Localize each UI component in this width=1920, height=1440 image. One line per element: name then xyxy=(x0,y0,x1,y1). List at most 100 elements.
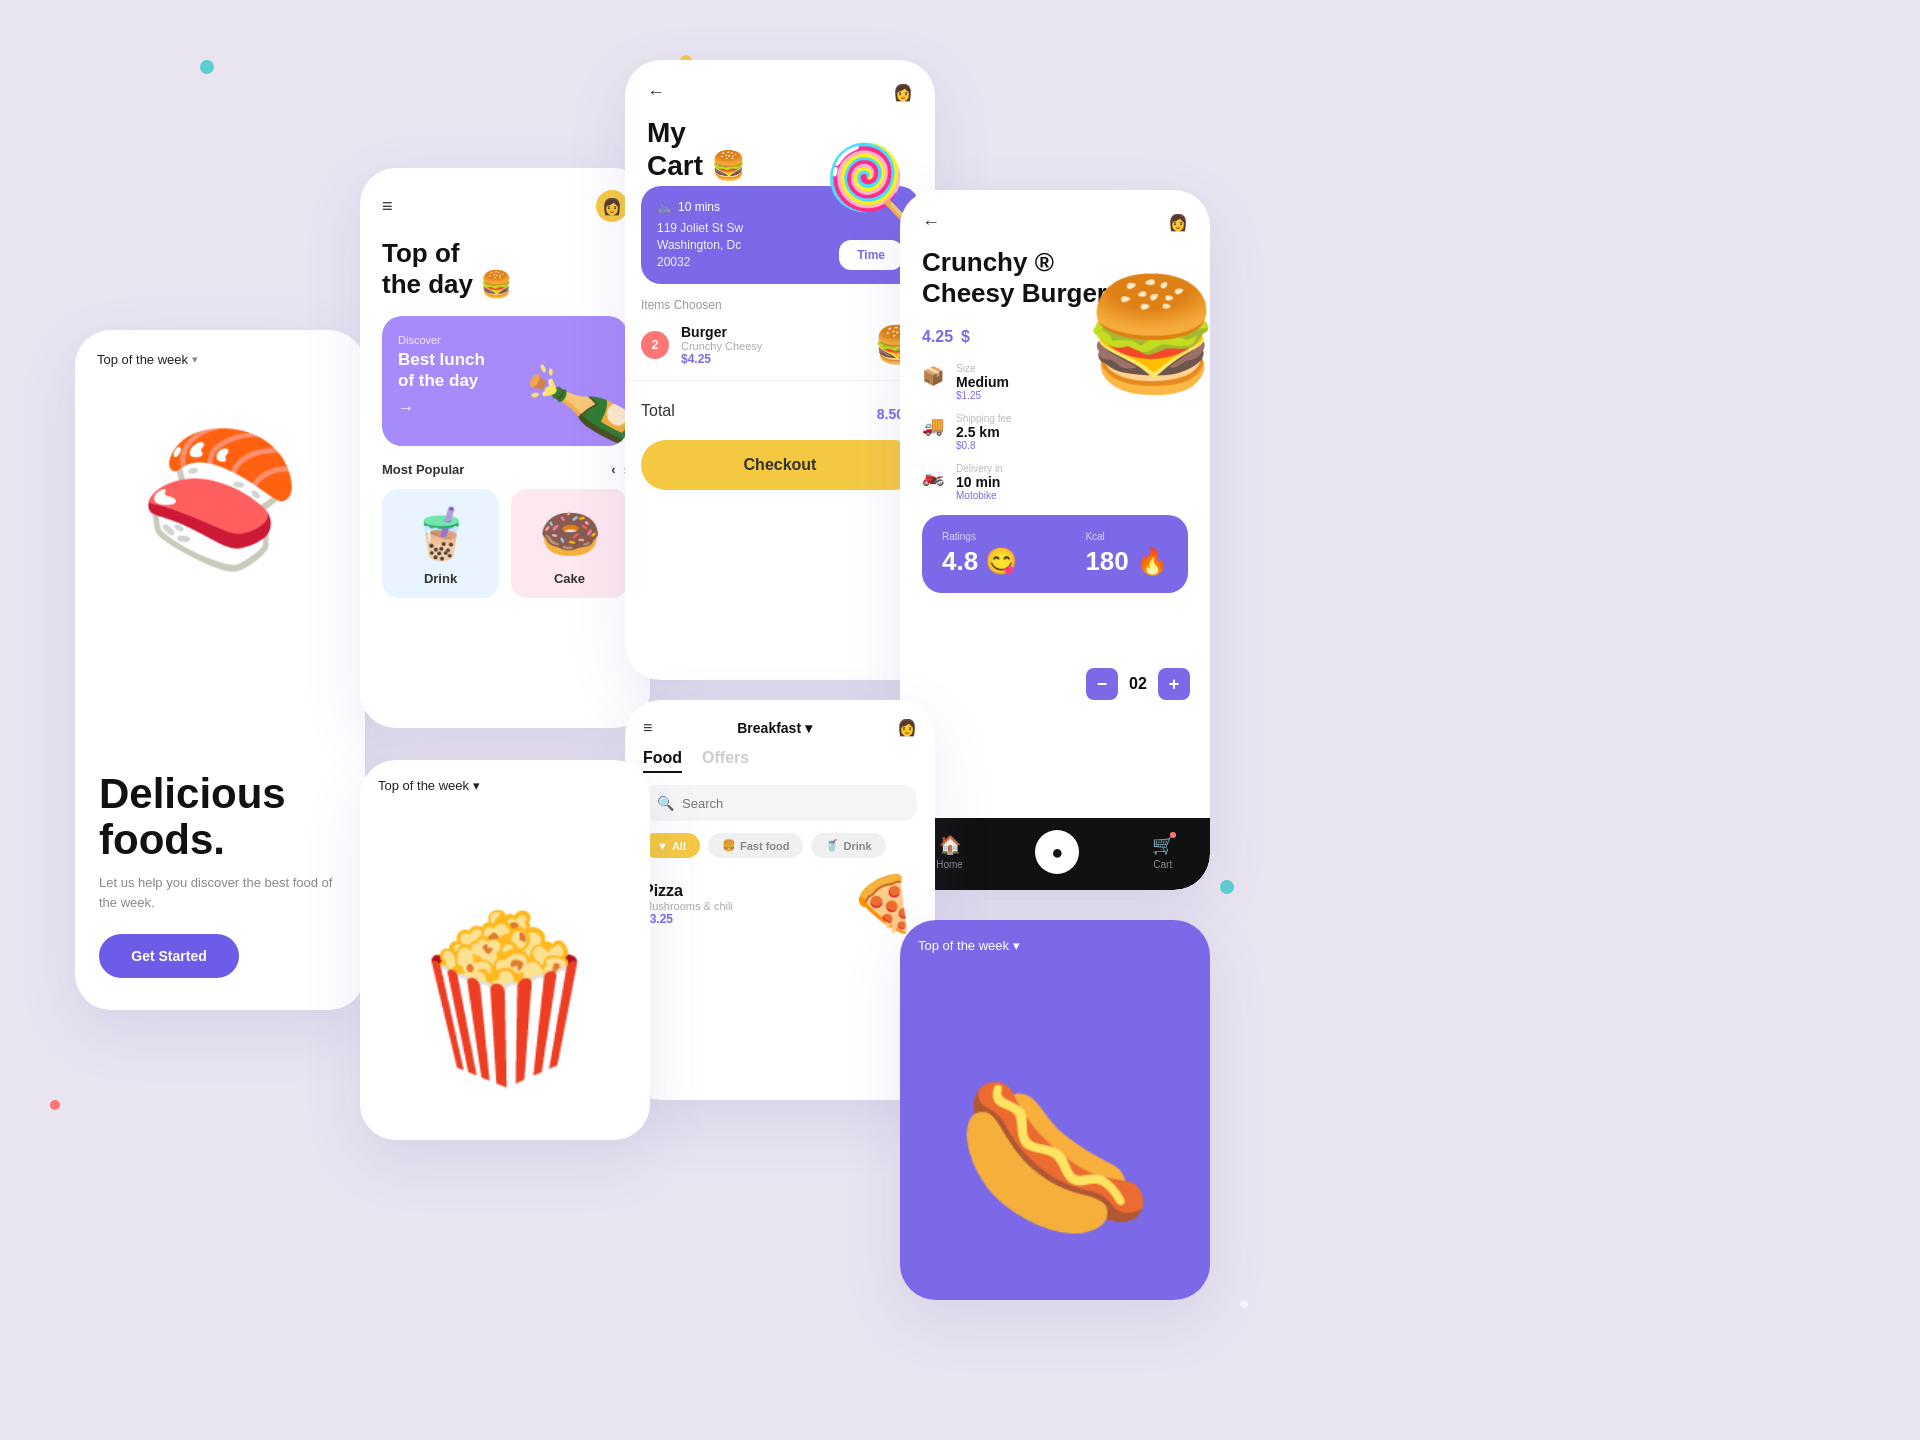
kcal-stat: Kcal 180 🔥 xyxy=(1085,531,1168,577)
kcal-value: 180 🔥 xyxy=(1085,546,1168,577)
ratings-stat: Ratings 4.8 😋 xyxy=(942,531,1017,577)
cart-header: ← 👩 xyxy=(625,60,935,103)
breakfast-label: Breakfast xyxy=(737,720,801,736)
cart-item-name: Burger xyxy=(681,324,862,340)
hamburger-menu-icon[interactable]: ≡ xyxy=(382,196,393,217)
stats-card: Ratings 4.8 😋 Kcal 180 🔥 xyxy=(922,515,1188,593)
search-icon: 🔍 xyxy=(657,795,674,811)
delivery-time: 10 mins xyxy=(678,200,720,214)
card2-header: ≡ 👩 xyxy=(360,168,650,222)
qty-plus-button[interactable]: + xyxy=(1158,668,1190,700)
back-arrow-icon[interactable]: ← xyxy=(647,82,665,103)
cart-item-price: $4.25 xyxy=(681,352,862,366)
bike-icon: 🚲 xyxy=(657,200,672,214)
delicious-title: Delicious foods. xyxy=(99,771,341,863)
nav-home[interactable]: 🏠 Home xyxy=(936,834,963,870)
card-delicious-foods: Top of the week ▾ 🍣 Delicious foods. Let… xyxy=(75,330,365,1010)
items-chosen-label: Items Choosen xyxy=(641,298,722,312)
size-label: Size xyxy=(956,363,1009,374)
filter-row: ▼ All 🍔 Fast food 🥤 Drink xyxy=(625,833,935,858)
cake-label: Cake xyxy=(521,571,618,586)
hotdog-emoji: 🌭 xyxy=(955,1065,1155,1253)
week2-chevron-icon: ▾ xyxy=(1013,938,1020,953)
ratings-emoji: 😋 xyxy=(985,546,1017,576)
kcal-emoji: 🔥 xyxy=(1136,546,1168,576)
delivery-address: 119 Joliet St SwWashington, Dc20032 xyxy=(657,220,903,270)
breakfast-selector[interactable]: Breakfast ▾ xyxy=(737,720,812,736)
delivery-label: Delivery in xyxy=(956,463,1003,474)
nav-cart-label: Cart xyxy=(1153,859,1172,870)
bg-dot-1 xyxy=(200,60,214,74)
nav-middle[interactable]: ● xyxy=(1035,830,1079,874)
chevron-down-icon: ▾ xyxy=(192,353,198,366)
filter-fast-food[interactable]: 🍔 Fast food xyxy=(708,833,804,858)
filter-all-label: All xyxy=(672,840,686,852)
filter-drink[interactable]: 🥤 Drink xyxy=(811,833,885,858)
popcorn-wrap: 🍿 xyxy=(360,793,650,1093)
shipping-icon: 🚚 xyxy=(922,415,944,437)
bottom-nav-bar: 🏠 Home ● 🛒 Cart xyxy=(900,818,1210,890)
search-input[interactable] xyxy=(682,796,903,811)
fast-food-icon: 🍔 xyxy=(722,839,736,852)
back-arrow-icon[interactable]: ← xyxy=(922,212,940,233)
kcal-label: Kcal xyxy=(1085,531,1168,542)
pizza-info: Pizza Mushrooms & chili $3.25 xyxy=(643,882,733,926)
delivery-value: 10 min xyxy=(956,474,1003,490)
card-burger-detail: ← 👩 Crunchy ®Cheesy Burger 🍔 4.25 $ 📦 Si… xyxy=(900,190,1210,890)
burger-avatar: 👩 xyxy=(1168,213,1188,232)
card6-header: Top of the week ▾ xyxy=(360,760,650,793)
quantity-control: − 02 + xyxy=(1086,668,1190,700)
search-bar[interactable]: 🔍 xyxy=(643,785,917,821)
drink-filter-icon: 🥤 xyxy=(825,839,839,852)
checkout-button[interactable]: Checkout xyxy=(641,440,919,490)
most-popular-label: Most Popular xyxy=(382,462,464,477)
pizza-emoji: 🍕 xyxy=(850,872,917,935)
nav-circle-icon: ● xyxy=(1051,841,1063,864)
drink-item[interactable]: 🧋 Drink xyxy=(382,489,499,598)
card2-title: Top ofthe day 🍔 xyxy=(360,222,650,300)
cart-item: 2 Burger Crunchy Cheesy $4.25 🍔 xyxy=(625,324,935,366)
sushi-emoji: 🍣 xyxy=(139,424,301,576)
filter-all-icon: ▼ xyxy=(657,840,668,852)
discover-card[interactable]: Discover Best lunchof the day → 🍾 xyxy=(382,316,628,446)
card7-header: Top of the week ▾ xyxy=(900,920,1210,953)
breakfast-chevron-icon: ▾ xyxy=(805,720,812,736)
burger-image-emoji: 🍔 xyxy=(1083,270,1210,399)
cart-notification-dot xyxy=(1170,832,1176,838)
qty-number: 02 xyxy=(1118,675,1158,693)
delivery-icon: 🏍️ xyxy=(922,465,944,487)
top-week-text2: Top of the week xyxy=(918,938,1009,953)
size-sub: $1.25 xyxy=(956,390,1009,401)
prev-arrow-icon[interactable]: ‹ xyxy=(611,462,615,477)
top-week-label[interactable]: Top of the week ▾ xyxy=(378,778,480,793)
delivery-detail: 🏍️ Delivery in 10 min Motobike − 02 + xyxy=(922,463,1188,501)
cart-item-sub: Crunchy Cheesy xyxy=(681,340,862,352)
nav-active-circle: ● xyxy=(1035,830,1079,874)
top-week-badge[interactable]: Top of the week ▾ xyxy=(97,352,198,367)
tab-offers[interactable]: Offers xyxy=(702,749,749,773)
qty-minus-button[interactable]: − xyxy=(1086,668,1118,700)
get-started-button[interactable]: Get Started xyxy=(99,934,239,978)
home-icon: 🏠 xyxy=(939,834,961,856)
filter-all[interactable]: ▼ All xyxy=(643,833,700,858)
card-top-week-bottom: Top of the week ▾ 🍿 xyxy=(360,760,650,1140)
shipping-value: 2.5 km xyxy=(956,424,1012,440)
top-week-label2[interactable]: Top of the week ▾ xyxy=(918,938,1020,953)
drink-emoji: 🧋 xyxy=(392,505,489,563)
menu-icon[interactable]: ≡ xyxy=(643,719,652,737)
pizza-name: Pizza xyxy=(643,882,733,900)
avatar: 👩 xyxy=(596,190,628,222)
most-popular-row: Most Popular ‹ › xyxy=(360,462,650,477)
card-food-offers: ≡ Breakfast ▾ 👩 Food Offers 🔍 ▼ All 🍔 Fa… xyxy=(625,700,935,1100)
cart-avatar: 👩 xyxy=(893,83,913,102)
drink-label: Drink xyxy=(392,571,489,586)
card-top-of-day: ≡ 👩 Top ofthe day 🍔 Discover Best luncho… xyxy=(360,168,650,728)
nav-cart[interactable]: 🛒 Cart xyxy=(1152,834,1174,870)
fast-food-label: Fast food xyxy=(740,840,790,852)
cake-item[interactable]: 🍩 Cake xyxy=(511,489,628,598)
food-tabs: Food Offers xyxy=(625,737,935,773)
food-avatar: 👩 xyxy=(897,718,917,737)
popcorn-emoji: 🍿 xyxy=(405,905,605,1093)
week-chevron-icon: ▾ xyxy=(473,778,480,793)
discover-label: Discover xyxy=(398,334,612,346)
